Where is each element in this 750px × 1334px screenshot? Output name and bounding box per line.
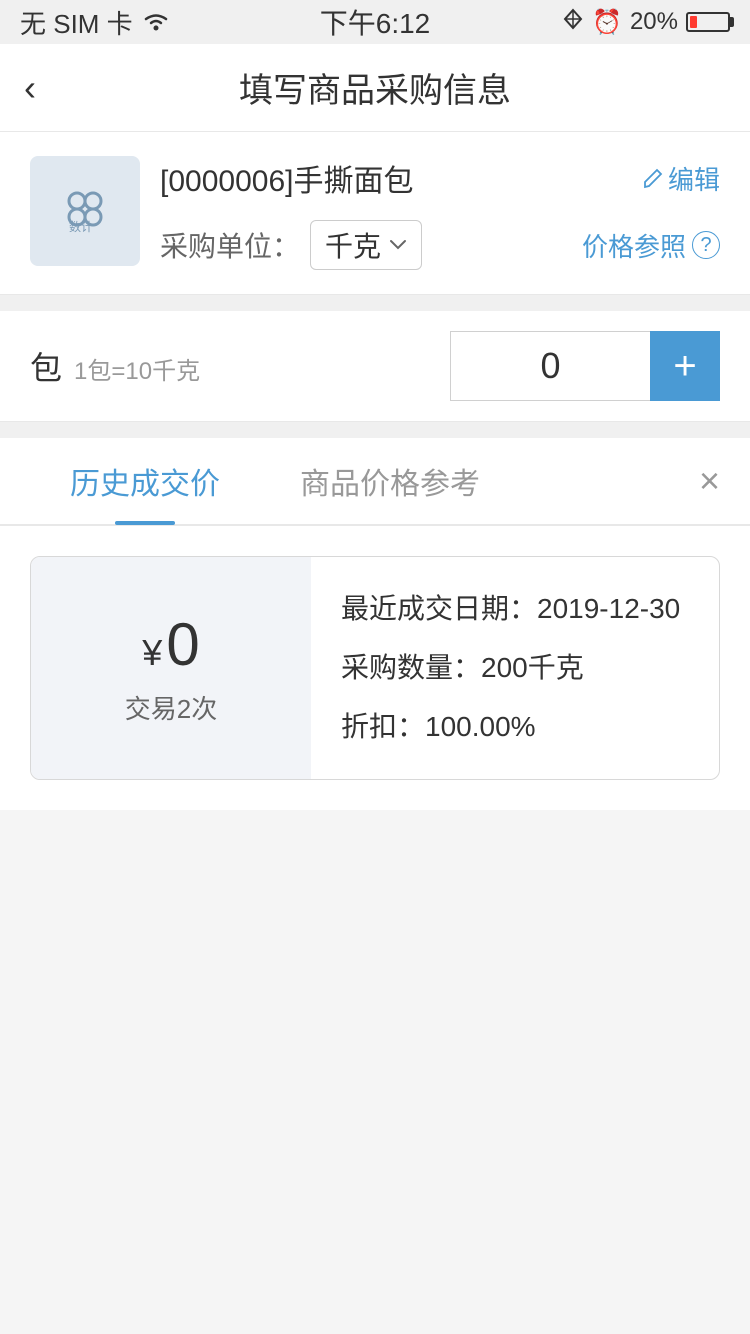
price-card: ¥0 交易2次 最近成交日期：2019-12-30 采购数量：200千克 折扣：… [30, 556, 720, 780]
price-detail-date: 最近成交日期：2019-12-30 [341, 587, 689, 632]
divider-1 [0, 295, 750, 311]
quantity-left: 包 1包=10千克 [30, 343, 200, 389]
status-time: 下午6:12 [320, 2, 431, 42]
status-bar: 无 SIM 卡 下午6:12 ⏰ 20% [0, 0, 750, 44]
content-area: ¥0 交易2次 最近成交日期：2019-12-30 采购数量：200千克 折扣：… [0, 526, 750, 810]
quantity-row: 包 1包=10千克 + [0, 311, 750, 422]
product-info: [0000006]手撕面包 编辑 采购单位： 千克 [160, 156, 720, 270]
back-button[interactable]: ‹ [24, 67, 36, 109]
product-unit-row: 采购单位： 千克 价格参照 ? [160, 220, 720, 270]
page-title: 填写商品采购信息 [239, 63, 511, 112]
price-transactions: 交易2次 [125, 689, 217, 726]
product-header: [0000006]手撕面包 编辑 [160, 156, 720, 200]
price-display: ¥0 [142, 610, 199, 679]
product-thumbnail: 数计 [30, 156, 140, 266]
qty-conversion: 1包=10千克 [74, 351, 200, 386]
tab-close-button[interactable]: × [699, 460, 720, 502]
divider-2 [0, 422, 750, 438]
quantity-plus-button[interactable]: + [650, 331, 720, 401]
price-ref-button[interactable]: 价格参照 ? [582, 227, 720, 264]
tab-items: 历史成交价 商品价格参考 [30, 437, 520, 525]
price-right-panel: 最近成交日期：2019-12-30 采购数量：200千克 折扣：100.00% [311, 557, 719, 779]
nav-bar: ‹ 填写商品采购信息 [0, 44, 750, 132]
unit-select[interactable]: 千克 [310, 220, 422, 270]
qty-unit-label: 包 [30, 343, 62, 389]
product-card: 数计 [0000006]手撕面包 编辑 采购单位： 千克 [0, 132, 750, 295]
price-detail-discount: 折扣：100.00% [341, 705, 689, 750]
product-name: [0000006]手撕面包 [160, 156, 413, 200]
status-left: 无 SIM 卡 [20, 4, 171, 41]
carrier-text: 无 SIM 卡 [20, 4, 133, 41]
quantity-input[interactable] [450, 331, 650, 401]
status-right: ⏰ 20% [562, 8, 730, 37]
main-content: 数计 [0000006]手撕面包 编辑 采购单位： 千克 [0, 132, 750, 1334]
alarm-icon: ⏰ [592, 8, 622, 37]
quantity-input-group: + [450, 331, 720, 401]
location-icon [562, 8, 584, 37]
price-detail-quantity: 采购数量：200千克 [341, 646, 689, 691]
battery-text: 20% [630, 8, 678, 36]
wifi-icon [141, 7, 171, 38]
edit-button[interactable]: 编辑 [642, 160, 720, 197]
unit-label: 采购单位： [160, 225, 300, 265]
tab-history-price[interactable]: 历史成交价 [30, 437, 260, 525]
tab-bar: 历史成交价 商品价格参考 × [0, 438, 750, 526]
battery-icon [686, 12, 730, 32]
tab-product-price-ref[interactable]: 商品价格参考 [260, 437, 520, 525]
price-left-panel: ¥0 交易2次 [31, 557, 311, 779]
help-icon: ? [692, 231, 720, 259]
svg-text:数计: 数计 [69, 219, 93, 234]
